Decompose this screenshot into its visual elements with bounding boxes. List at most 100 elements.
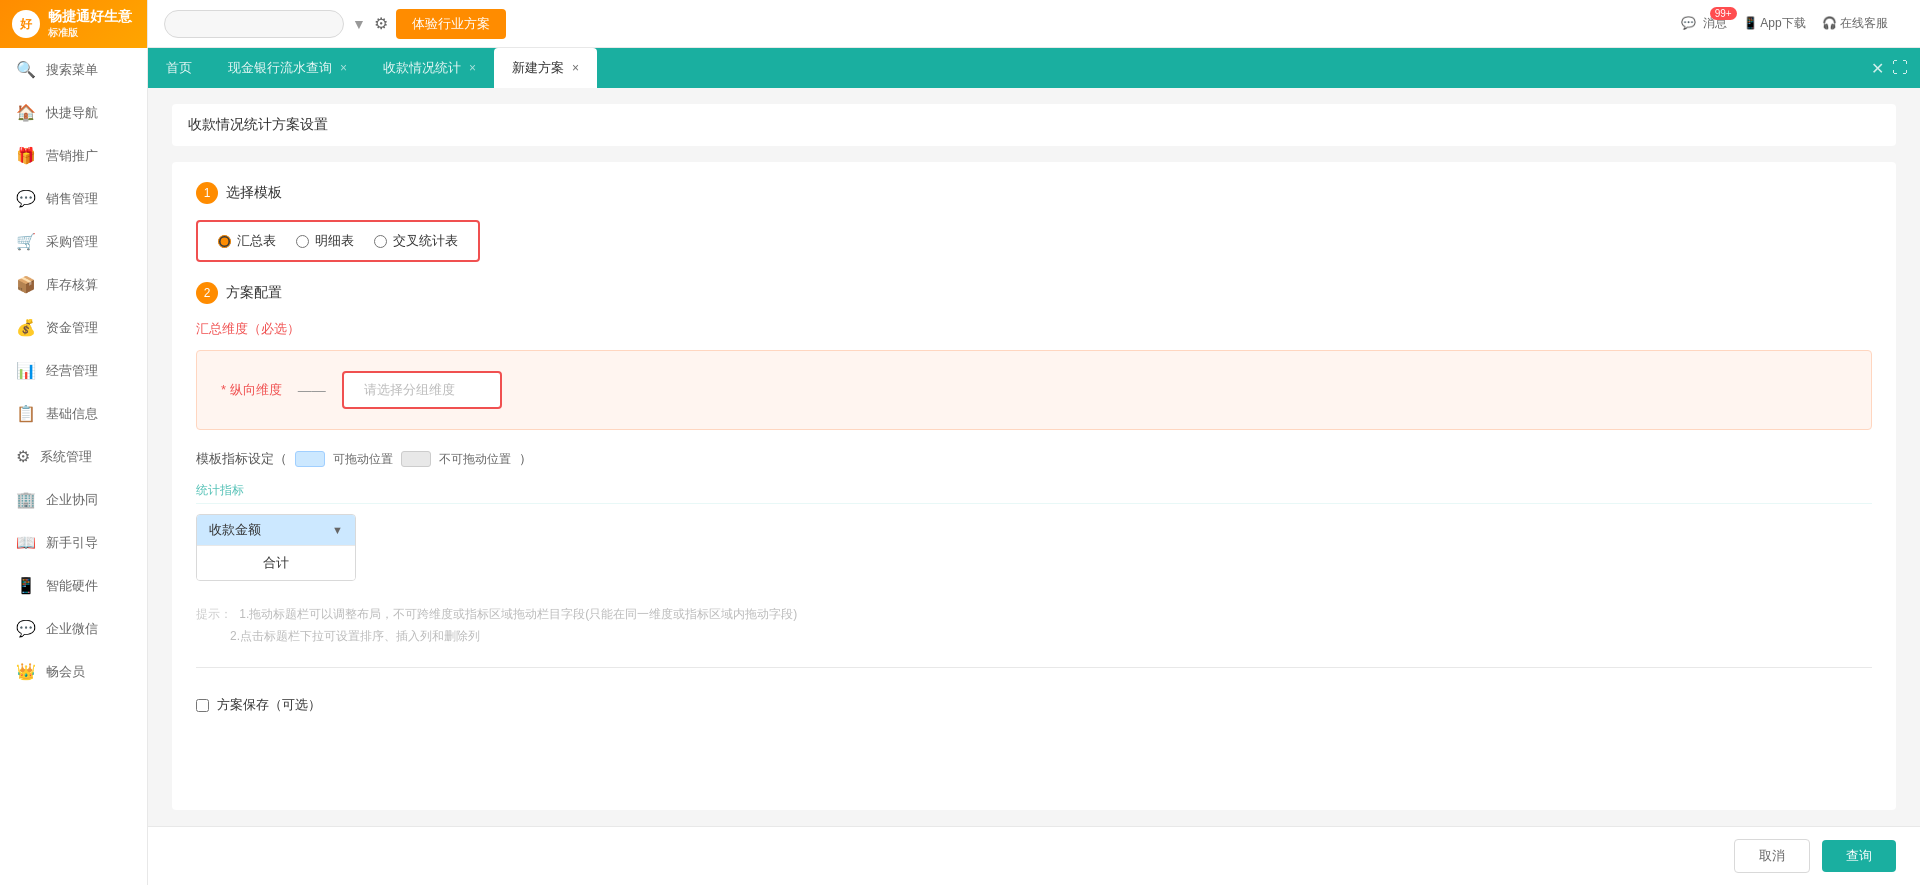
logo-icon: 好: [12, 10, 40, 38]
radio-cross[interactable]: 交叉统计表: [374, 232, 458, 250]
tips-section: 提示： 1.拖动标题栏可以调整布局，不可跨维度或指标区域拖动栏目字段(只能在同一…: [196, 604, 1872, 647]
gear-icon[interactable]: ⚙: [374, 14, 388, 33]
tab-label-receipt-stats: 收款情况统计: [383, 59, 461, 77]
service-icon: 🎧: [1822, 16, 1837, 30]
tab-receipt-stats[interactable]: 收款情况统计 ×: [365, 48, 494, 88]
online-service-label: 在线客服: [1840, 16, 1888, 30]
logo-sub-text: 标准版: [48, 26, 132, 40]
radio-detail-input[interactable]: [296, 235, 309, 248]
dimension-label-text: 汇总维度（必选）: [196, 321, 300, 336]
sidebar-item-smart-hw[interactable]: 📱 智能硬件: [0, 564, 147, 607]
tip-2: 2.点击标题栏下拉可设置排序、插入列和删除列: [196, 626, 1872, 648]
tab-close-bank-flow[interactable]: ×: [340, 61, 347, 75]
sidebar-item-finance[interactable]: 💰资金管理: [0, 306, 147, 349]
sidebar: 好 畅捷通好生意 标准版 🔍搜索菜单🏠快捷导航🎁营销推广💬销售管理🛒采购管理 📦 库…: [0, 0, 148, 885]
sidebar-item-purchase[interactable]: 🛒采购管理: [0, 220, 147, 263]
sidebar-item-operations[interactable]: 📊经营管理: [0, 349, 147, 392]
step2-section: 2 方案配置 汇总维度（必选） * 纵向维度 —— 请选择分组维度: [196, 282, 1872, 647]
sidebar-label-beginner: 新手引导: [46, 534, 98, 552]
footer: 取消 查询: [148, 826, 1920, 885]
draggable-legend-box: [295, 451, 325, 467]
app-download-link[interactable]: 📱 App下载: [1743, 15, 1806, 32]
query-button[interactable]: 查询: [1822, 840, 1896, 872]
logo-text-block: 畅捷通好生意 标准版: [48, 8, 132, 40]
step2-header: 2 方案配置: [196, 282, 1872, 304]
topbar-dropdown-icon[interactable]: ▼: [352, 16, 366, 32]
save-option: 方案保存（可选）: [196, 684, 1872, 726]
tab-new-plan[interactable]: 新建方案×: [494, 48, 597, 88]
sidebar-icon-system: ⚙: [16, 447, 30, 466]
sidebar-item-system[interactable]: ⚙系统管理: [0, 435, 147, 478]
close-window-icon[interactable]: ✕: [1871, 59, 1884, 78]
sidebar-label-wechat: 企业微信: [46, 620, 98, 638]
message-wrap[interactable]: 💬 99+ 消息: [1681, 15, 1727, 32]
tabbar: 首页现金银行流水查询×收款情况统计×新建方案× ✕ ⛶: [148, 48, 1920, 88]
template-selection-box: 汇总表 明细表 交叉统计表: [196, 220, 480, 262]
online-service-link[interactable]: 🎧 在线客服: [1822, 15, 1888, 32]
dimension-row-label: * 纵向维度: [221, 381, 282, 399]
step1-title: 选择模板: [226, 184, 282, 202]
industry-btn[interactable]: 体验行业方案: [396, 9, 506, 39]
dimension-select[interactable]: 请选择分组维度: [342, 371, 502, 409]
sidebar-icon-purchase: 🛒: [16, 232, 36, 251]
radio-summary-input[interactable]: [218, 235, 231, 248]
sidebar-item-member[interactable]: 👑畅会员: [0, 650, 147, 693]
sidebar-icon-smart-hw: 📱: [16, 576, 36, 595]
maximize-window-icon[interactable]: ⛶: [1892, 59, 1908, 77]
metrics-cell-total: 合计: [197, 545, 355, 580]
tab-label-home: 首页: [166, 59, 192, 77]
sidebar-item-quick-nav[interactable]: 🏠快捷导航: [0, 91, 147, 134]
radio-summary[interactable]: 汇总表: [218, 232, 276, 250]
sidebar-item-search-menu[interactable]: 🔍搜索菜单: [0, 48, 147, 91]
step2-badge: 2: [196, 282, 218, 304]
sidebar-item-base-info[interactable]: 📋基础信息: [0, 392, 147, 435]
tab-home[interactable]: 首页: [148, 48, 210, 88]
sidebar-item-marketing[interactable]: 🎁营销推广: [0, 134, 147, 177]
sidebar-icon-search-menu: 🔍: [16, 60, 36, 79]
sidebar-items: 🔍搜索菜单🏠快捷导航🎁营销推广💬销售管理🛒采购管理 📦 库存核算 💰资金管理📊经营管理…: [0, 48, 147, 693]
fixed-legend-box: [401, 451, 431, 467]
save-checkbox[interactable]: [196, 699, 209, 712]
sidebar-item-beginner[interactable]: 📖新手引导: [0, 521, 147, 564]
topbar-left: ▼ ⚙ 体验行业方案: [164, 9, 506, 39]
message-icon: 💬: [1681, 16, 1696, 30]
sidebar-item-wechat[interactable]: 💬企业微信: [0, 607, 147, 650]
fixed-legend-label: 不可拖动位置: [439, 451, 511, 468]
sidebar-item-inventory[interactable]: 📦 库存核算: [0, 263, 147, 306]
sidebar-label-member: 畅会员: [46, 663, 85, 681]
sidebar-label-enterprise: 企业协同: [46, 491, 98, 509]
dimension-placeholder: 请选择分组维度: [364, 382, 455, 397]
radio-summary-label: 汇总表: [237, 232, 276, 250]
draggable-legend-label: 可拖动位置: [333, 451, 393, 468]
content-wrapper: 收款情况统计方案设置 1 选择模板 汇总表: [148, 88, 1920, 885]
sidebar-item-enterprise[interactable]: 🏢企业协同: [0, 478, 147, 521]
sidebar-item-sales[interactable]: 💬销售管理: [0, 177, 147, 220]
sidebar-icon-quick-nav: 🏠: [16, 103, 36, 122]
dimension-arrow: ——: [298, 382, 326, 398]
topbar: ▼ ⚙ 体验行业方案 💬 99+ 消息 📱 App下载 🎧 在线客服: [148, 0, 1920, 48]
radio-cross-input[interactable]: [374, 235, 387, 248]
metrics-section: 模板指标设定（ 可拖动位置 不可拖动位置 ） 统计指标 收款金额 ▼: [196, 450, 1872, 584]
dimension-section-label: 汇总维度（必选）: [196, 320, 1872, 338]
metrics-col-header: 收款金额: [209, 521, 261, 539]
sidebar-icon-inventory: 📦: [16, 275, 36, 294]
tab-close-new-plan[interactable]: ×: [572, 61, 579, 75]
sidebar-label-smart-hw: 智能硬件: [46, 577, 98, 595]
cancel-button[interactable]: 取消: [1734, 839, 1810, 873]
template-radio-group: 汇总表 明细表 交叉统计表: [218, 232, 458, 250]
sidebar-label-base-info: 基础信息: [46, 405, 98, 423]
step1-section: 1 选择模板 汇总表 明细表: [196, 182, 1872, 262]
tab-bank-flow[interactable]: 现金银行流水查询 ×: [210, 48, 365, 88]
sidebar-label-inventory: 库存核算: [46, 276, 98, 294]
metrics-header[interactable]: 收款金额 ▼: [197, 515, 355, 545]
tab-label-bank-flow: 现金银行流水查询: [228, 59, 332, 77]
logo-main-text: 畅捷通好生意: [48, 8, 132, 26]
metrics-dropdown-icon[interactable]: ▼: [332, 524, 343, 536]
tab-close-receipt-stats[interactable]: ×: [469, 61, 476, 75]
sidebar-icon-marketing: 🎁: [16, 146, 36, 165]
search-input[interactable]: [164, 10, 344, 38]
message-badge: 99+: [1710, 7, 1737, 20]
sidebar-logo: 好 畅捷通好生意 标准版: [0, 0, 147, 48]
radio-detail[interactable]: 明细表: [296, 232, 354, 250]
form-card: 1 选择模板 汇总表 明细表: [172, 162, 1896, 810]
